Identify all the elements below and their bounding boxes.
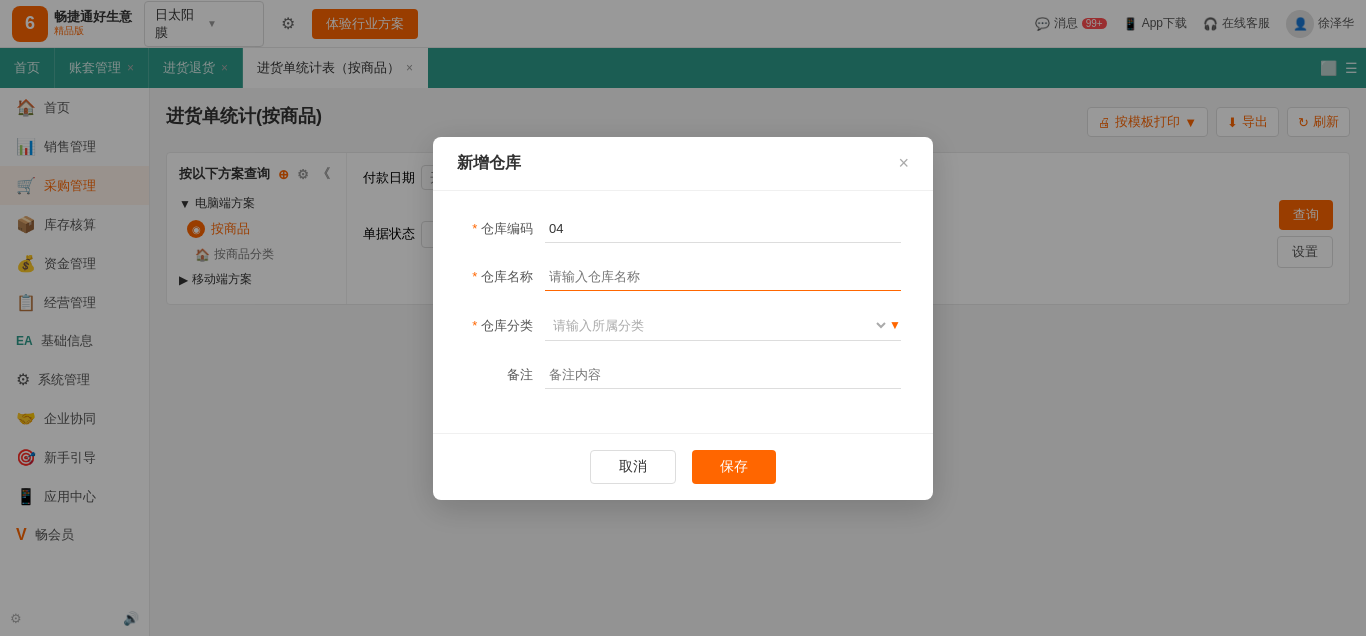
name-label: 仓库名称 — [465, 268, 545, 286]
modal-close-button[interactable]: × — [898, 153, 909, 174]
category-select[interactable]: 请输入所属分类 — [545, 311, 889, 340]
save-button[interactable]: 保存 — [692, 450, 776, 484]
modal-header: 新增仓库 × — [433, 137, 933, 191]
cancel-button[interactable]: 取消 — [590, 450, 676, 484]
category-select-arrow: ▼ — [889, 318, 901, 332]
warehouse-code-input[interactable] — [545, 215, 901, 243]
note-label: 备注 — [465, 366, 545, 384]
category-select-wrap: 请输入所属分类 ▼ — [545, 311, 901, 341]
form-row-category: 仓库分类 请输入所属分类 ▼ — [465, 311, 901, 341]
add-warehouse-modal: 新增仓库 × 仓库编码 仓库名称 仓库分类 请输入所属分类 ▼ — [433, 137, 933, 500]
category-label: 仓库分类 — [465, 317, 545, 335]
note-input[interactable] — [545, 361, 901, 389]
modal-overlay: 新增仓库 × 仓库编码 仓库名称 仓库分类 请输入所属分类 ▼ — [0, 0, 1366, 636]
warehouse-name-input[interactable] — [545, 263, 901, 291]
modal-body: 仓库编码 仓库名称 仓库分类 请输入所属分类 ▼ 备注 — [433, 191, 933, 433]
form-row-code: 仓库编码 — [465, 215, 901, 243]
code-label: 仓库编码 — [465, 220, 545, 238]
form-row-note: 备注 — [465, 361, 901, 389]
modal-footer: 取消 保存 — [433, 433, 933, 500]
form-row-name: 仓库名称 — [465, 263, 901, 291]
modal-title: 新增仓库 — [457, 153, 521, 174]
